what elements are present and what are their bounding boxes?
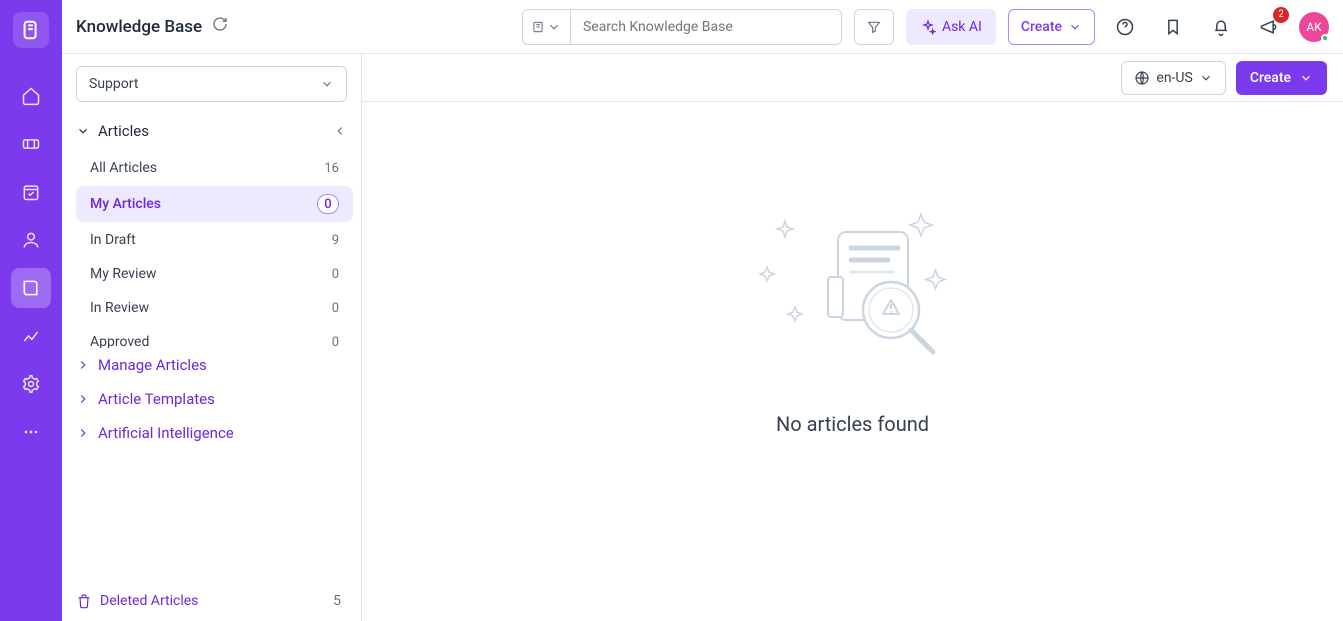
- rail-contacts-icon[interactable]: [11, 220, 51, 260]
- section-ai[interactable]: Artificial Intelligence: [62, 416, 361, 450]
- sparkle-icon: [920, 19, 936, 35]
- refresh-icon[interactable]: [212, 16, 228, 37]
- bell-icon[interactable]: [1203, 9, 1239, 45]
- page-title-wrap: Knowledge Base: [76, 16, 228, 37]
- create-label: Create: [1250, 70, 1291, 86]
- create-button-main[interactable]: Create: [1236, 61, 1327, 95]
- chevron-down-icon: [320, 77, 334, 91]
- empty-illustration: [733, 182, 973, 382]
- category-value: Support: [89, 76, 138, 92]
- nav-all-articles[interactable]: All Articles 16: [76, 152, 353, 184]
- nav-in-draft[interactable]: In Draft 9: [76, 224, 353, 256]
- nav-count: 0: [332, 301, 339, 316]
- collapse-icon[interactable]: [333, 124, 347, 138]
- nav-count: 16: [324, 161, 339, 176]
- presence-dot: [1321, 34, 1329, 42]
- nav-count: 9: [332, 233, 339, 248]
- article-filter-list: All Articles 16 My Articles 0 In Draft 9…: [62, 148, 361, 348]
- topbar: Knowledge Base Ask AI Create: [62, 0, 1343, 54]
- section-label: Articles: [98, 122, 149, 140]
- content-area: en-US Create: [362, 54, 1343, 621]
- nav-in-review[interactable]: In Review 0: [76, 292, 353, 324]
- content-toolbar: en-US Create: [362, 54, 1343, 102]
- nav-count: 0: [317, 194, 339, 214]
- chevron-right-icon: [76, 426, 90, 440]
- deleted-label: Deleted Articles: [100, 593, 198, 609]
- section-manage-articles[interactable]: Manage Articles: [62, 348, 361, 382]
- globe-icon: [1134, 70, 1150, 86]
- section-articles[interactable]: Articles: [62, 114, 361, 148]
- chevron-down-icon: [1068, 20, 1082, 34]
- search-scope-dropdown[interactable]: [523, 10, 571, 44]
- bookmark-icon[interactable]: [1155, 9, 1191, 45]
- nav-label: Approved: [90, 334, 149, 348]
- deleted-articles[interactable]: Deleted Articles 5: [62, 581, 361, 621]
- nav-label: In Draft: [90, 232, 136, 248]
- ask-ai-button[interactable]: Ask AI: [906, 9, 996, 45]
- search-wrap: [522, 9, 842, 45]
- search-input[interactable]: [571, 19, 841, 35]
- create-label: Create: [1021, 19, 1062, 35]
- empty-message: No articles found: [776, 412, 929, 436]
- section-label: Artificial Intelligence: [98, 424, 234, 442]
- body-row: Support Articles All Articles 16 My Arti…: [62, 54, 1343, 621]
- rail-reports-icon[interactable]: [11, 316, 51, 356]
- announcement-icon[interactable]: 2: [1251, 9, 1287, 45]
- nav-count: 0: [332, 335, 339, 349]
- lang-value: en-US: [1156, 70, 1192, 86]
- sidebar: Support Articles All Articles 16 My Arti…: [62, 54, 362, 621]
- empty-state: No articles found: [362, 102, 1343, 621]
- chevron-down-icon: [76, 124, 90, 138]
- nav-label: In Review: [90, 300, 149, 316]
- nav-my-review[interactable]: My Review 0: [76, 258, 353, 290]
- section-label: Manage Articles: [98, 356, 207, 374]
- category-select[interactable]: Support: [76, 66, 347, 102]
- avatar[interactable]: AK: [1299, 12, 1329, 42]
- rail-kb-icon[interactable]: [11, 268, 51, 308]
- avatar-initials: AK: [1306, 20, 1321, 34]
- nav-label: My Review: [90, 266, 156, 282]
- notification-badge: 2: [1273, 7, 1289, 23]
- nav-rail: [0, 0, 62, 621]
- create-button-top[interactable]: Create: [1008, 9, 1095, 45]
- filter-button[interactable]: [854, 9, 894, 45]
- page-title: Knowledge Base: [76, 17, 202, 37]
- chevron-right-icon: [76, 392, 90, 406]
- section-label: Article Templates: [98, 390, 215, 408]
- rail-ticket-icon[interactable]: [11, 124, 51, 164]
- app-logo[interactable]: [13, 12, 49, 48]
- ask-ai-label: Ask AI: [942, 19, 982, 35]
- nav-label: My Articles: [90, 196, 161, 212]
- rail-more-icon[interactable]: [11, 412, 51, 452]
- chevron-down-icon: [1199, 71, 1213, 85]
- nav-approved[interactable]: Approved 0: [76, 326, 353, 348]
- help-icon[interactable]: [1107, 9, 1143, 45]
- main-column: Knowledge Base Ask AI Create: [62, 0, 1343, 621]
- nav-my-articles[interactable]: My Articles 0: [76, 186, 353, 222]
- rail-calendar-icon[interactable]: [11, 172, 51, 212]
- chevron-down-icon: [1299, 71, 1313, 85]
- language-select[interactable]: en-US: [1121, 61, 1225, 95]
- section-article-templates[interactable]: Article Templates: [62, 382, 361, 416]
- rail-settings-icon[interactable]: [11, 364, 51, 404]
- trash-icon: [76, 593, 92, 609]
- chevron-right-icon: [76, 358, 90, 372]
- nav-label: All Articles: [90, 160, 157, 176]
- rail-home-icon[interactable]: [11, 76, 51, 116]
- deleted-count: 5: [333, 593, 341, 609]
- nav-count: 0: [332, 267, 339, 282]
